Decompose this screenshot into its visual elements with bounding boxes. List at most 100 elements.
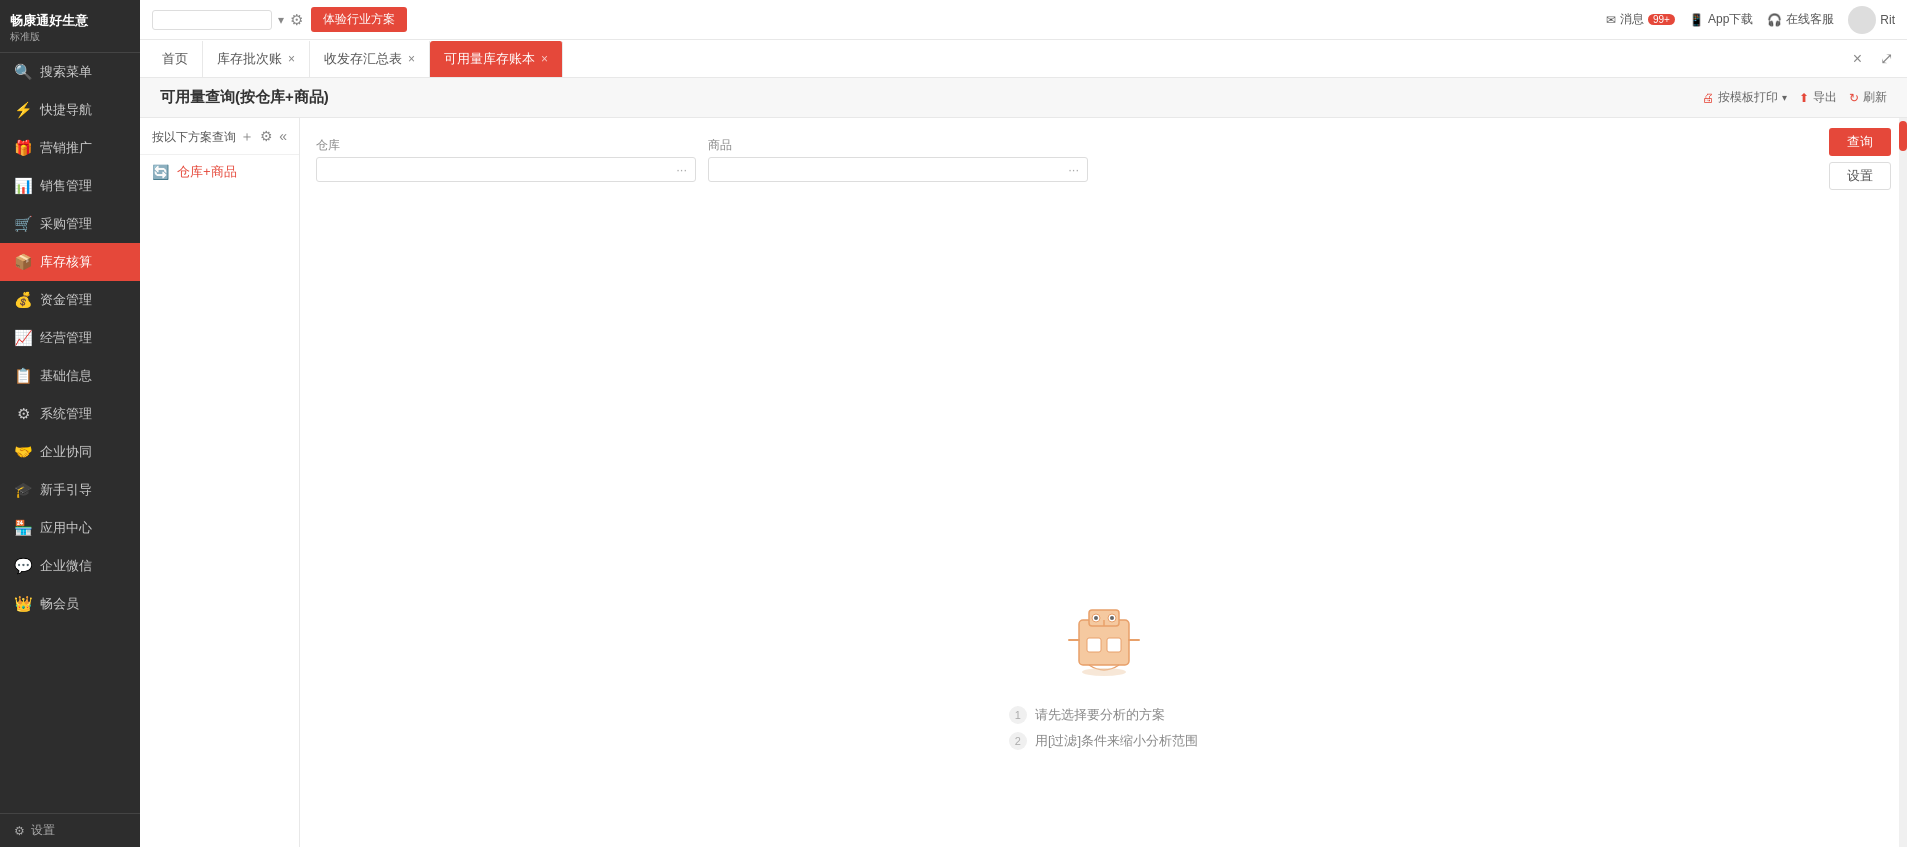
tab-库存批次账[interactable]: 库存批次账 × [203, 41, 310, 77]
tab-close-icon[interactable]: × [288, 52, 295, 66]
expand-tab-button[interactable]: ⤢ [1874, 47, 1899, 70]
tab-close-icon[interactable]: × [541, 52, 548, 66]
sidebar: 畅康通好生意 标准版 🔍搜索菜单⚡快捷导航🎁营销推广📊销售管理🛒采购管理📦库存核… [0, 0, 140, 847]
sidebar-item-经营管理[interactable]: 📈经营管理 [0, 319, 140, 357]
tab-label: 收发存汇总表 [324, 50, 402, 68]
message-btn[interactable]: ✉ 消息 99+ [1606, 11, 1675, 28]
export-label: 导出 [1813, 89, 1837, 106]
tabs-bar: 首页库存批次账 × 收发存汇总表 × 可用量库存账本 × × ⤢ [140, 40, 1907, 78]
warehouse-more-icon[interactable]: ··· [676, 162, 687, 177]
topbar-left: ▾ ⚙ [152, 10, 303, 30]
sidebar-item-销售管理[interactable]: 📊 销售管理 [0, 167, 140, 205]
sidebar-icon: 💰 [14, 291, 32, 309]
goods-more-icon[interactable]: ··· [1068, 162, 1079, 177]
print-chevron-icon[interactable]: ▾ [1782, 92, 1787, 103]
tab-首页[interactable]: 首页 [148, 41, 203, 77]
sidebar-icon: 🤝 [14, 443, 32, 461]
user-avatar-area[interactable]: Rit [1848, 6, 1895, 34]
sidebar-icon: ⚙ [14, 405, 32, 423]
sidebar-label: 新手引导 [40, 481, 92, 499]
message-badge: 99+ [1648, 14, 1675, 25]
tip-text-1: 请先选择要分析的方案 [1035, 706, 1165, 724]
filter-panel: 按以下方案查询 ＋ ⚙ « 🔄 仓库+商品 [140, 118, 300, 847]
filter-item-label: 仓库+商品 [177, 163, 237, 181]
refresh-button[interactable]: ↻ 刷新 [1849, 89, 1887, 106]
search-input[interactable] [152, 10, 272, 30]
trial-button[interactable]: 体验行业方案 [311, 7, 407, 32]
sidebar-item-基础信息[interactable]: 📋基础信息 [0, 357, 140, 395]
sidebar-item-营销推广[interactable]: 🎁 营销推广 [0, 129, 140, 167]
sidebar-label: 快捷导航 [40, 101, 92, 119]
page-title: 可用量查询(按仓库+商品) [160, 88, 329, 107]
warehouse-input[interactable] [325, 162, 672, 176]
sidebar-label: 经营管理 [40, 329, 92, 347]
print-button[interactable]: 🖨 按模板打印 ▾ [1702, 89, 1787, 106]
sidebar-icon: 📋 [14, 367, 32, 385]
tab-label: 可用量库存账本 [444, 50, 535, 68]
query-buttons: 查询 设置 [1829, 128, 1891, 190]
tab-close-icon[interactable]: × [408, 52, 415, 66]
sidebar-item-库存核算[interactable]: 📦库存核算 [0, 243, 140, 281]
export-button[interactable]: ⬆ 导出 [1799, 89, 1837, 106]
filter-add-icon[interactable]: ＋ [240, 128, 254, 146]
topbar-chevron-icon[interactable]: ▾ [278, 13, 284, 27]
app-download-label: App下载 [1708, 11, 1753, 28]
sidebar-item-新手引导[interactable]: 🎓 新手引导 [0, 471, 140, 509]
query-settings-button[interactable]: 设置 [1829, 162, 1891, 190]
close-all-tab-button[interactable]: × [1847, 48, 1868, 70]
goods-input[interactable] [717, 162, 1064, 176]
app-download-btn[interactable]: 📱 App下载 [1689, 11, 1753, 28]
empty-tip-1: 1 请先选择要分析的方案 [1009, 706, 1198, 724]
tab-收发存汇总表[interactable]: 收发存汇总表 × [310, 41, 430, 77]
filter-settings-icon[interactable]: ⚙ [260, 128, 273, 146]
sidebar-item-企业微信[interactable]: 💬企业微信 [0, 547, 140, 585]
sidebar-label: 销售管理 [40, 177, 92, 195]
sidebar-icon: 📊 [14, 177, 32, 195]
sidebar-bottom[interactable]: ⚙ 设置 [0, 813, 140, 847]
tab-actions: × ⤢ [1847, 47, 1899, 70]
right-scrollbar[interactable] [1899, 118, 1907, 847]
filter-icons: ＋ ⚙ « [240, 128, 287, 146]
sidebar-icon: 🔍 [14, 63, 32, 81]
goods-input-wrap: ··· [708, 157, 1088, 182]
scrollbar-thumb [1899, 121, 1907, 151]
svg-point-11 [1082, 668, 1126, 676]
svg-point-4 [1094, 616, 1098, 620]
sidebar-label: 系统管理 [40, 405, 92, 423]
settings-icon[interactable]: ⚙ [290, 11, 303, 29]
filter-header: 按以下方案查询 ＋ ⚙ « [140, 128, 299, 155]
sidebar-item-企业协同[interactable]: 🤝 企业协同 [0, 433, 140, 471]
online-service-btn[interactable]: 🎧 在线客服 [1767, 11, 1834, 28]
sidebar-label: 企业微信 [40, 557, 92, 575]
empty-state: 1 请先选择要分析的方案 2 用[过滤]条件来缩小分析范围 [300, 493, 1907, 848]
query-button[interactable]: 查询 [1829, 128, 1891, 156]
sidebar-label: 企业协同 [40, 443, 92, 461]
tab-label: 库存批次账 [217, 50, 282, 68]
export-icon: ⬆ [1799, 91, 1809, 105]
sidebar-item-快捷导航[interactable]: ⚡ 快捷导航 [0, 91, 140, 129]
sidebar-icon: 🎁 [14, 139, 32, 157]
tab-可用量库存账本[interactable]: 可用量库存账本 × [430, 41, 563, 77]
svg-rect-7 [1087, 638, 1101, 652]
sidebar-icon: 🛒 [14, 215, 32, 233]
sidebar-label: 营销推广 [40, 139, 92, 157]
sidebar-label: 搜索菜单 [40, 63, 92, 81]
empty-tips: 1 请先选择要分析的方案 2 用[过滤]条件来缩小分析范围 [1009, 706, 1198, 750]
sidebar-item-畅会员[interactable]: 👑畅会员 [0, 585, 140, 623]
sidebar-icon: 🎓 [14, 481, 32, 499]
sidebar-item-系统管理[interactable]: ⚙ 系统管理 [0, 395, 140, 433]
svg-point-5 [1110, 616, 1114, 620]
sidebar-item-资金管理[interactable]: 💰 资金管理 [0, 281, 140, 319]
filter-item-warehouse-goods[interactable]: 🔄 仓库+商品 [140, 155, 299, 189]
topbar: ▾ ⚙ 体验行业方案 ✉ 消息 99+ 📱 App下载 🎧 在线客服 Rit [140, 0, 1907, 40]
online-service-label: 在线客服 [1786, 11, 1834, 28]
warehouse-label: 仓库 [316, 137, 696, 154]
sidebar-item-搜索菜单[interactable]: 🔍 搜索菜单 [0, 53, 140, 91]
sidebar-item-采购管理[interactable]: 🛒采购管理 [0, 205, 140, 243]
sidebar-icon: ⚡ [14, 101, 32, 119]
filter-collapse-icon[interactable]: « [279, 128, 287, 146]
sidebar-item-应用中心[interactable]: 🏪应用中心 [0, 509, 140, 547]
warehouse-field: 仓库 ··· [316, 137, 696, 182]
app-version: 标准版 [10, 30, 130, 44]
sidebar-label: 资金管理 [40, 291, 92, 309]
